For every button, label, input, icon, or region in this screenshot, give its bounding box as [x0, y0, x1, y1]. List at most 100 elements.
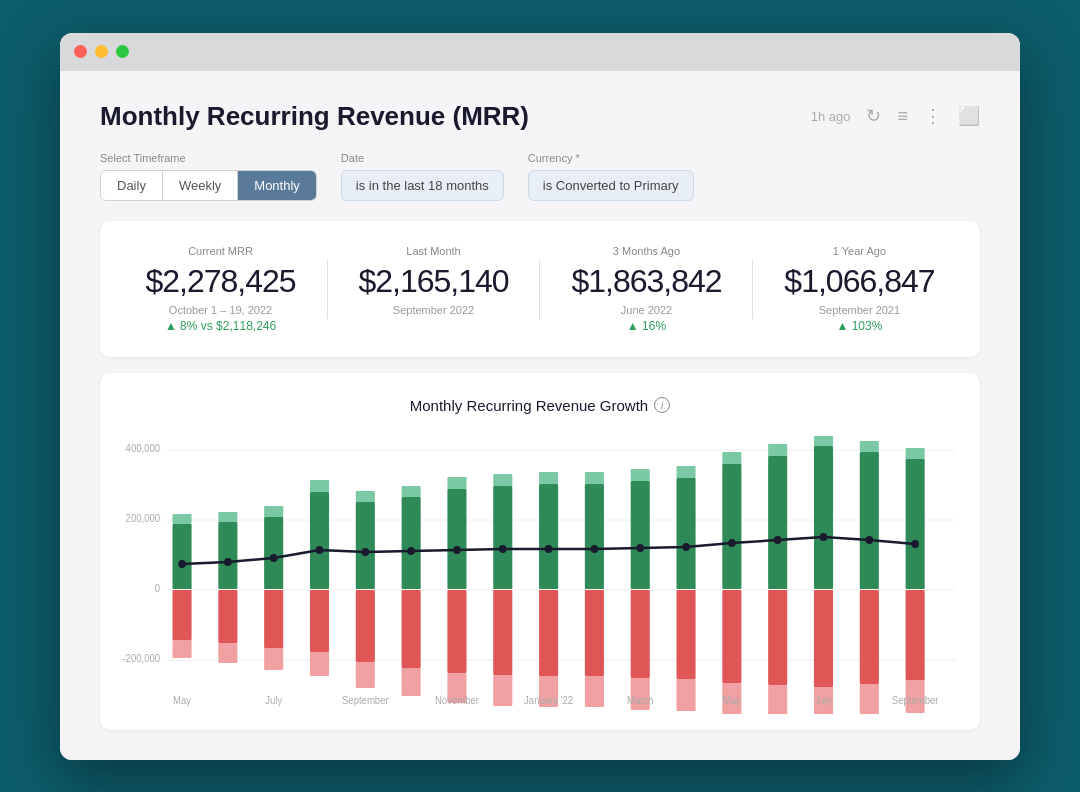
svg-text:400,000: 400,000 [126, 442, 161, 453]
svg-rect-18 [264, 590, 283, 648]
svg-rect-21 [310, 480, 329, 492]
svg-point-78 [270, 554, 278, 562]
metrics-card: Current MRR $2,278,425 October 1 – 19, 2… [100, 221, 980, 357]
svg-rect-58 [722, 590, 741, 683]
svg-rect-38 [493, 590, 512, 675]
svg-rect-32 [447, 489, 466, 589]
svg-rect-65 [814, 436, 833, 446]
page-header: Monthly Recurring Revenue (MRR) 1h ago ↻… [100, 101, 980, 132]
svg-point-86 [636, 544, 644, 552]
divider-2 [539, 259, 540, 319]
svg-rect-20 [310, 492, 329, 589]
svg-rect-10 [173, 590, 192, 640]
svg-text:September: September [342, 694, 389, 705]
svg-rect-40 [539, 484, 558, 589]
svg-rect-27 [356, 662, 375, 688]
daily-button[interactable]: Daily [101, 171, 163, 200]
svg-rect-8 [173, 524, 192, 589]
svg-point-89 [774, 536, 782, 544]
metric-period-1: September 2022 [358, 304, 508, 316]
svg-point-92 [911, 540, 919, 548]
browser-content: Monthly Recurring Revenue (MRR) 1h ago ↻… [60, 71, 1020, 760]
svg-point-91 [866, 536, 874, 544]
filters-row: Select Timeframe Daily Weekly Monthly Da… [100, 152, 980, 201]
svg-point-82 [453, 546, 461, 554]
svg-point-80 [362, 548, 370, 556]
svg-rect-62 [768, 590, 787, 685]
svg-point-90 [820, 533, 828, 541]
svg-rect-12 [218, 522, 237, 589]
svg-point-85 [591, 545, 599, 553]
chart-container: 400,000 200,000 0 -200,000 [120, 434, 960, 714]
svg-rect-30 [402, 590, 421, 668]
svg-text:July: July [265, 694, 282, 705]
svg-rect-63 [768, 685, 787, 714]
divider-3 [752, 259, 753, 319]
traffic-light-green[interactable] [116, 45, 129, 58]
svg-rect-57 [722, 452, 741, 464]
metric-label-0: Current MRR [145, 245, 295, 257]
svg-rect-68 [860, 452, 879, 589]
svg-point-76 [178, 560, 186, 568]
svg-rect-66 [814, 590, 833, 687]
folder-icon[interactable]: ⬜ [958, 105, 980, 127]
svg-text:0: 0 [155, 582, 161, 593]
currency-label: Currency * [528, 152, 694, 164]
more-icon[interactable]: ⋮ [924, 105, 942, 127]
svg-text:March: March [627, 694, 654, 705]
monthly-button[interactable]: Monthly [238, 171, 316, 200]
metric-change-3: 103% [784, 319, 934, 333]
svg-text:May: May [173, 694, 191, 705]
svg-point-79 [316, 546, 324, 554]
svg-point-83 [499, 545, 507, 553]
svg-rect-49 [631, 469, 650, 481]
metric-change-0: 8% vs $2,118,246 [145, 319, 295, 333]
metric-current-mrr: Current MRR $2,278,425 October 1 – 19, 2… [145, 245, 295, 333]
metric-change-2: 16% [571, 319, 721, 333]
svg-rect-25 [356, 491, 375, 502]
svg-text:November: November [435, 694, 480, 705]
svg-rect-19 [264, 648, 283, 670]
svg-rect-37 [493, 474, 512, 486]
svg-text:January '22: January '22 [524, 694, 573, 705]
svg-rect-45 [585, 472, 604, 484]
svg-rect-29 [402, 486, 421, 497]
chart-svg: 400,000 200,000 0 -200,000 [120, 434, 960, 714]
svg-rect-23 [310, 652, 329, 676]
metric-value-1: $2,165,140 [358, 263, 508, 300]
traffic-light-yellow[interactable] [95, 45, 108, 58]
svg-rect-47 [585, 676, 604, 707]
svg-rect-72 [906, 459, 925, 589]
svg-rect-56 [722, 464, 741, 589]
metric-value-0: $2,278,425 [145, 263, 295, 300]
refresh-icon[interactable]: ↻ [866, 105, 881, 127]
svg-rect-44 [585, 484, 604, 589]
weekly-button[interactable]: Weekly [163, 171, 238, 200]
info-icon[interactable]: i [654, 397, 670, 413]
metric-last-month: Last Month $2,165,140 September 2022 [358, 245, 508, 333]
svg-rect-14 [218, 590, 237, 643]
metric-period-0: October 1 – 19, 2022 [145, 304, 295, 316]
last-updated: 1h ago [811, 109, 851, 124]
timeframe-buttons: Daily Weekly Monthly [100, 170, 317, 201]
metric-label-1: Last Month [358, 245, 508, 257]
svg-rect-34 [447, 590, 466, 673]
filter-icon[interactable]: ≡ [897, 106, 908, 127]
svg-rect-61 [768, 444, 787, 456]
svg-rect-74 [906, 590, 925, 680]
svg-point-77 [224, 558, 232, 566]
currency-filter-badge[interactable]: is Converted to Primary [528, 170, 694, 201]
svg-point-81 [407, 547, 415, 555]
divider-1 [327, 259, 328, 319]
svg-rect-39 [493, 675, 512, 706]
date-filter-badge[interactable]: is in the last 18 months [341, 170, 504, 201]
traffic-light-red[interactable] [74, 45, 87, 58]
metric-3-months: 3 Months Ago $1,863,842 June 2022 16% [571, 245, 721, 333]
metric-1-year: 1 Year Ago $1,066,847 September 2021 103… [784, 245, 934, 333]
svg-rect-73 [906, 448, 925, 459]
svg-rect-17 [264, 506, 283, 517]
svg-rect-60 [768, 456, 787, 589]
svg-rect-31 [402, 668, 421, 696]
browser-window: Monthly Recurring Revenue (MRR) 1h ago ↻… [60, 33, 1020, 760]
chart-title: Monthly Recurring Revenue Growth i [120, 397, 960, 414]
